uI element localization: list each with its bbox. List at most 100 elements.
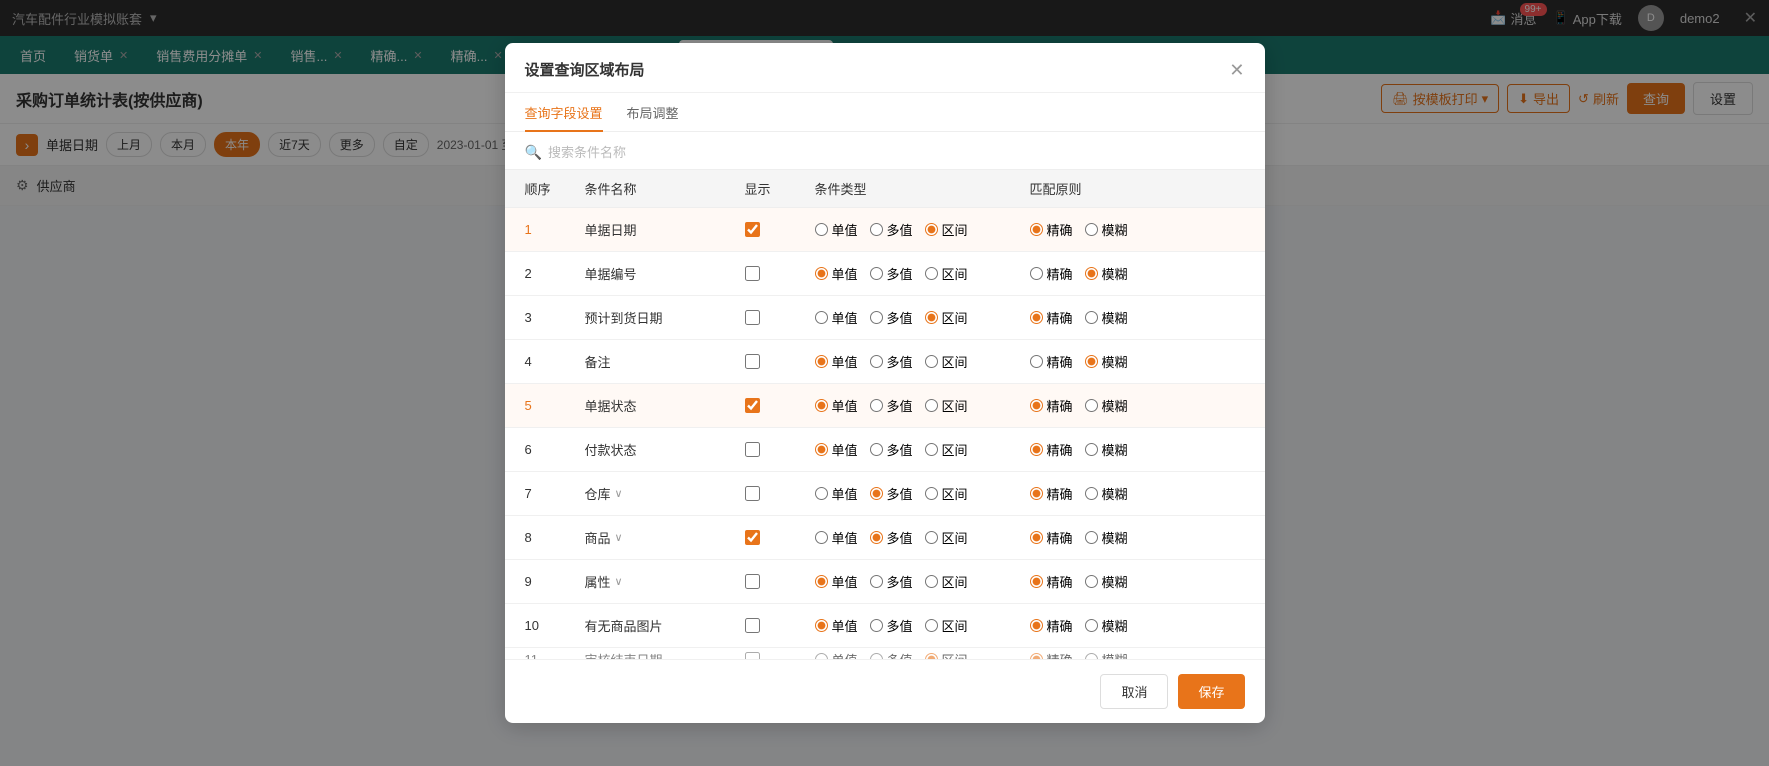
match-exact-item[interactable]: 精确 [1030, 264, 1073, 283]
row-show-checkbox[interactable] [745, 354, 760, 369]
type-range-item[interactable]: 区间 [925, 528, 968, 547]
row-show-checkbox[interactable] [745, 266, 760, 281]
type-multi-radio[interactable] [870, 311, 883, 324]
type-single-radio[interactable] [815, 619, 828, 632]
match-exact-radio[interactable] [1030, 443, 1043, 456]
row-show-checkbox[interactable] [745, 222, 760, 237]
type-multi-radio[interactable] [870, 267, 883, 280]
type-single-radio[interactable] [815, 223, 828, 236]
match-exact-item[interactable]: 精确 [1030, 484, 1073, 503]
type-range-radio[interactable] [925, 653, 938, 659]
type-single-item[interactable]: 单值 [815, 396, 858, 415]
match-fuzzy-item[interactable]: 模糊 [1085, 308, 1128, 327]
match-fuzzy-item[interactable]: 模糊 [1085, 440, 1128, 459]
type-range-radio[interactable] [925, 399, 938, 412]
cancel-btn[interactable]: 取消 [1100, 674, 1168, 709]
row-show-checkbox[interactable] [745, 398, 760, 413]
match-exact-item[interactable]: 精确 [1030, 572, 1073, 591]
type-range-item[interactable]: 区间 [925, 484, 968, 503]
type-multi-radio[interactable] [870, 223, 883, 236]
type-multi-radio[interactable] [870, 355, 883, 368]
dialog-tab-query-fields[interactable]: 查询字段设置 [525, 93, 603, 132]
type-range-item[interactable]: 区间 [925, 308, 968, 327]
match-fuzzy-radio[interactable] [1085, 575, 1098, 588]
type-single-radio[interactable] [815, 653, 828, 659]
row-show-checkbox[interactable] [745, 530, 760, 545]
type-range-radio[interactable] [925, 311, 938, 324]
type-single-radio[interactable] [815, 487, 828, 500]
type-single-radio[interactable] [815, 311, 828, 324]
type-range-radio[interactable] [925, 355, 938, 368]
row-show-checkbox[interactable] [745, 574, 760, 589]
type-multi-item[interactable]: 多值 [870, 396, 913, 415]
row-show-checkbox[interactable] [745, 310, 760, 325]
type-single-item[interactable]: 单值 [815, 440, 858, 459]
row-show-checkbox[interactable] [745, 486, 760, 501]
match-fuzzy-item[interactable]: 模糊 [1085, 352, 1128, 371]
type-multi-item[interactable]: 多值 [870, 220, 913, 239]
match-fuzzy-radio[interactable] [1085, 487, 1098, 500]
type-range-radio[interactable] [925, 443, 938, 456]
type-multi-radio[interactable] [870, 399, 883, 412]
match-exact-item[interactable]: 精确 [1030, 352, 1073, 371]
row-show-checkbox[interactable] [745, 618, 760, 633]
match-fuzzy-item[interactable]: 模糊 [1085, 572, 1128, 591]
match-exact-item[interactable]: 精确 [1030, 396, 1073, 415]
match-exact-radio[interactable] [1030, 355, 1043, 368]
match-exact-radio[interactable] [1030, 487, 1043, 500]
type-range-radio[interactable] [925, 531, 938, 544]
type-single-item[interactable]: 单值 [815, 572, 858, 591]
match-fuzzy-radio[interactable] [1085, 531, 1098, 544]
type-range-item[interactable]: 区间 [925, 440, 968, 459]
match-exact-item[interactable]: 精确 [1030, 616, 1073, 635]
row-show-checkbox[interactable] [745, 442, 760, 457]
type-single-radio[interactable] [815, 531, 828, 544]
type-multi-item[interactable]: 多值 [870, 616, 913, 635]
type-multi-item[interactable]: 多值 [870, 352, 913, 371]
type-multi-item[interactable]: 多值 [870, 650, 913, 659]
match-fuzzy-item[interactable]: 模糊 [1085, 528, 1128, 547]
type-range-radio[interactable] [925, 267, 938, 280]
type-multi-radio[interactable] [870, 443, 883, 456]
type-single-item[interactable]: 单值 [815, 650, 858, 659]
type-single-radio[interactable] [815, 399, 828, 412]
match-fuzzy-item[interactable]: 模糊 [1085, 264, 1128, 283]
dialog-close-btn[interactable]: ✕ [1229, 61, 1244, 79]
type-range-radio[interactable] [925, 575, 938, 588]
type-multi-radio[interactable] [870, 531, 883, 544]
type-range-item[interactable]: 区间 [925, 572, 968, 591]
search-input[interactable] [548, 145, 1245, 160]
match-exact-radio[interactable] [1030, 531, 1043, 544]
type-range-item[interactable]: 区间 [925, 396, 968, 415]
type-single-item[interactable]: 单值 [815, 528, 858, 547]
type-multi-radio[interactable] [870, 487, 883, 500]
match-fuzzy-radio[interactable] [1085, 267, 1098, 280]
match-fuzzy-radio[interactable] [1085, 443, 1098, 456]
save-btn[interactable]: 保存 [1178, 674, 1244, 709]
match-exact-radio[interactable] [1030, 311, 1043, 324]
type-single-radio[interactable] [815, 443, 828, 456]
match-fuzzy-item[interactable]: 模糊 [1085, 650, 1128, 659]
match-exact-item[interactable]: 精确 [1030, 308, 1073, 327]
type-multi-item[interactable]: 多值 [870, 308, 913, 327]
type-multi-radio[interactable] [870, 575, 883, 588]
type-range-item[interactable]: 区间 [925, 616, 968, 635]
type-multi-item[interactable]: 多值 [870, 528, 913, 547]
match-fuzzy-radio[interactable] [1085, 355, 1098, 368]
dialog-tab-layout[interactable]: 布局调整 [627, 93, 679, 132]
match-fuzzy-item[interactable]: 模糊 [1085, 484, 1128, 503]
type-range-radio[interactable] [925, 223, 938, 236]
type-single-radio[interactable] [815, 267, 828, 280]
match-exact-radio[interactable] [1030, 619, 1043, 632]
type-multi-item[interactable]: 多值 [870, 572, 913, 591]
type-range-radio[interactable] [925, 619, 938, 632]
match-fuzzy-radio[interactable] [1085, 399, 1098, 412]
match-fuzzy-item[interactable]: 模糊 [1085, 396, 1128, 415]
type-range-radio[interactable] [925, 487, 938, 500]
type-multi-item[interactable]: 多值 [870, 440, 913, 459]
type-range-item[interactable]: 区间 [925, 220, 968, 239]
type-multi-item[interactable]: 多值 [870, 484, 913, 503]
type-single-radio[interactable] [815, 575, 828, 588]
match-exact-item[interactable]: 精确 [1030, 220, 1073, 239]
type-single-item[interactable]: 单值 [815, 220, 858, 239]
